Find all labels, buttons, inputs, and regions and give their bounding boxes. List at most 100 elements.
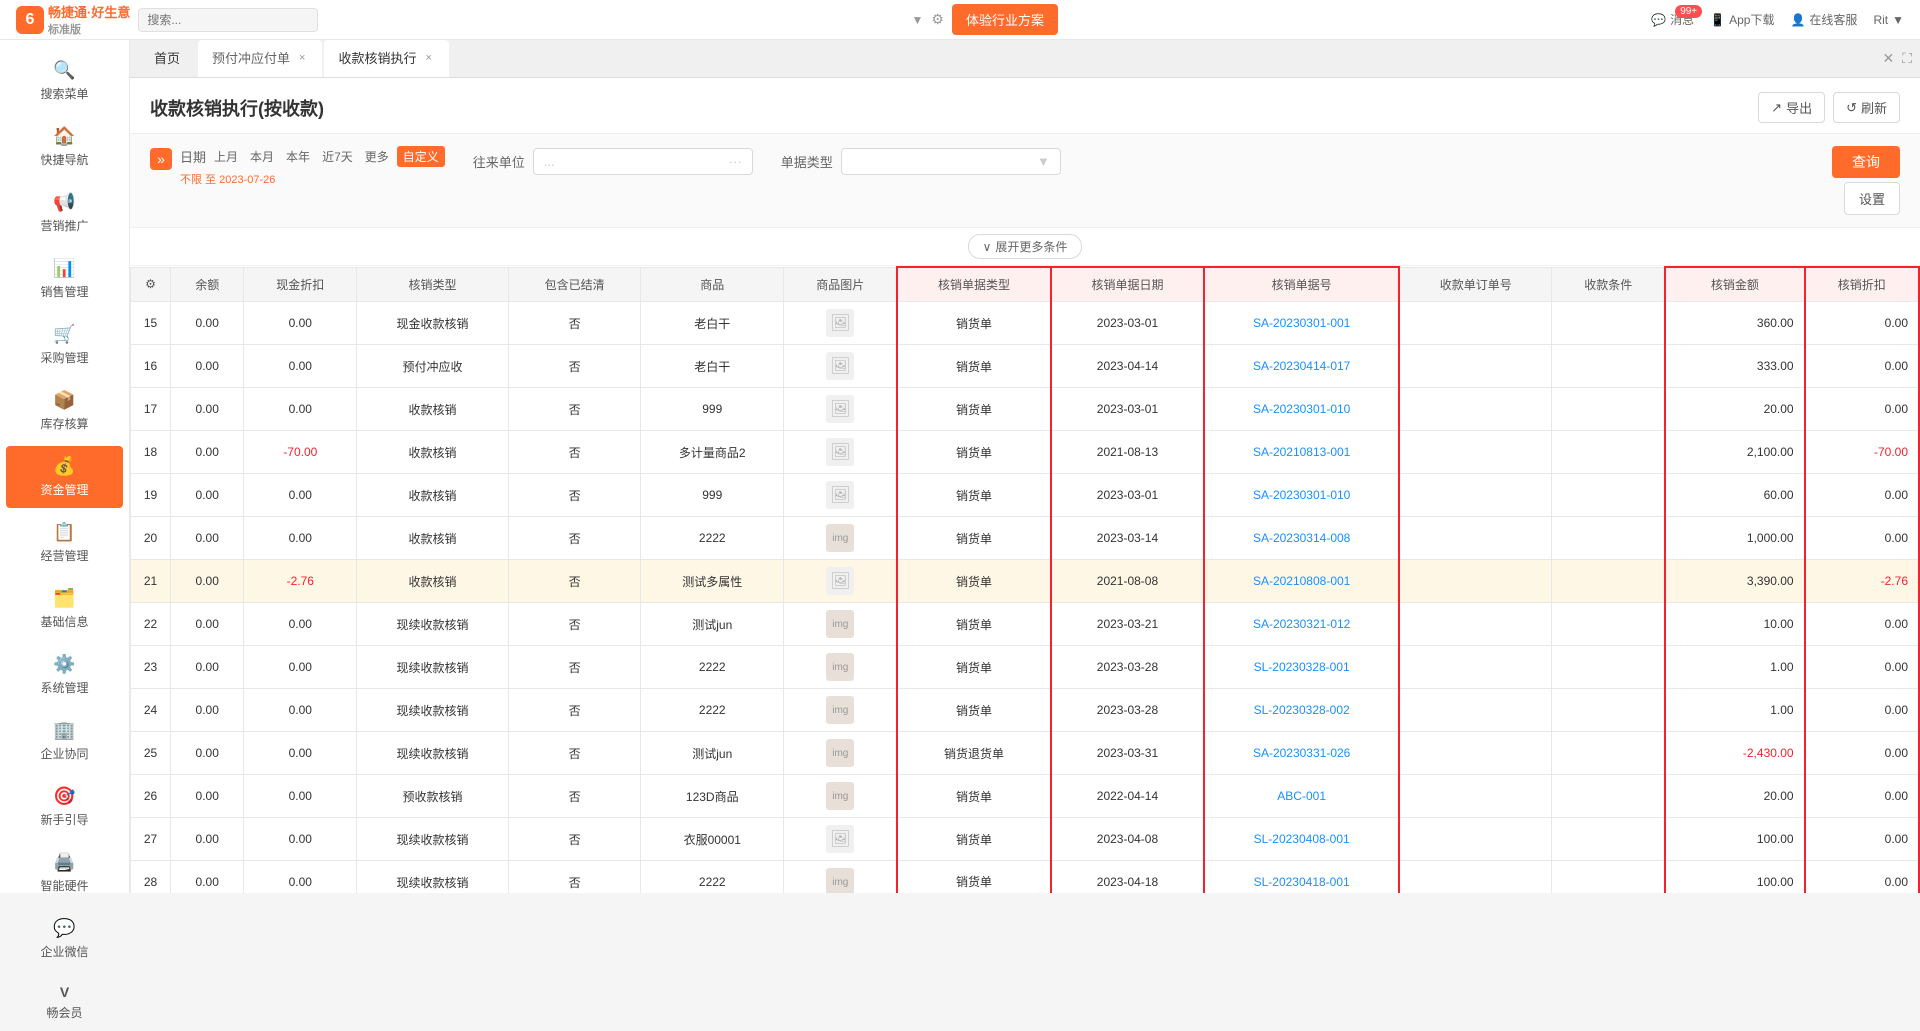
- verify-no-link[interactable]: SA-20230301-010: [1253, 488, 1350, 502]
- sidebar-item-wechat[interactable]: 💬 企业微信: [6, 908, 123, 970]
- date-btn-7days[interactable]: 近7天: [318, 146, 357, 167]
- verify-order-type: 销货单: [897, 302, 1050, 345]
- verify-no-link[interactable]: ABC-001: [1277, 789, 1326, 803]
- date-btn-last-month[interactable]: 上月: [210, 146, 242, 167]
- counterpart-input[interactable]: ... ···: [533, 148, 753, 175]
- sidebar-item-enterprise[interactable]: 🏢 企业协同: [6, 710, 123, 772]
- goods: 2222: [641, 689, 784, 732]
- date-label: 日期: [180, 147, 206, 166]
- receipt-order-no: [1399, 517, 1552, 560]
- setting-btn[interactable]: 设置: [1844, 182, 1900, 215]
- sidebar-item-inventory[interactable]: 📦 库存核算: [6, 380, 123, 442]
- settings-icon[interactable]: ⚙: [931, 11, 944, 28]
- edition-label: 标准版: [48, 21, 130, 37]
- tab-bar-right: ✕ ⛶: [1882, 50, 1912, 67]
- th-verify-no: 核销单据号: [1204, 267, 1399, 302]
- verify-amount-value: 3,390.00: [1747, 574, 1794, 588]
- sidebar-item-member[interactable]: V 畅会员: [6, 974, 123, 1031]
- date-btn-custom[interactable]: 自定义: [397, 146, 445, 167]
- verify-amount-value: 1.00: [1770, 660, 1793, 674]
- goods-image: img: [826, 739, 854, 767]
- tab-prepay[interactable]: 预付冲应付单 ×: [198, 40, 322, 77]
- tab-receivable[interactable]: 收款核销执行 ×: [324, 40, 448, 77]
- sidebar-item-marketing[interactable]: 📢 营销推广: [6, 182, 123, 244]
- verify-order-type: 销货单: [897, 689, 1050, 732]
- cash-discount-value: 0.00: [289, 531, 312, 545]
- tab-expand-icon[interactable]: ⛶: [1902, 50, 1912, 67]
- verify-discount-value: -70.00: [1874, 445, 1908, 459]
- export-btn[interactable]: ↗ 导出: [1758, 92, 1825, 123]
- online-service-btn[interactable]: 👤 在线客服: [1790, 11, 1857, 28]
- verify-discount-cell: 0.00: [1805, 818, 1919, 861]
- table-container: ⚙ 余额 现金折扣 核销类型 包含已结清 商品 商品图片 核销单据类型 核销单据…: [130, 266, 1920, 893]
- verify-no-link[interactable]: SL-20230328-001: [1254, 660, 1350, 674]
- row-no: 26: [131, 775, 171, 818]
- refresh-btn[interactable]: ↺ 刷新: [1833, 92, 1900, 123]
- table-row: 27 0.00 0.00 现续收款核销 否 衣服00001 🖼 销货单 2023…: [131, 818, 1920, 861]
- dropdown-arrow-icon[interactable]: ▼: [912, 13, 924, 27]
- verify-no-link[interactable]: SL-20230408-001: [1254, 832, 1350, 846]
- goods: 999: [641, 474, 784, 517]
- goods: 测试jun: [641, 603, 784, 646]
- industry-btn[interactable]: 体验行业方案: [952, 4, 1058, 35]
- th-balance: 余额: [171, 267, 244, 302]
- sidebar-item-smart-hw[interactable]: 🖨️ 智能硬件: [6, 842, 123, 904]
- tab-prepay-close-icon[interactable]: ×: [296, 51, 308, 65]
- goods-img-cell: img: [784, 689, 897, 732]
- sidebar-item-search-menu[interactable]: 🔍 搜索菜单: [6, 50, 123, 112]
- cash-discount-value: 0.00: [289, 402, 312, 416]
- date-btn-more[interactable]: 更多: [361, 146, 393, 167]
- sidebar-item-purchase[interactable]: 🛒 采购管理: [6, 314, 123, 376]
- verify-date: 2023-03-31: [1051, 732, 1204, 775]
- verify-no-link[interactable]: SL-20230418-001: [1254, 875, 1350, 889]
- verify-order-type: 销货单: [897, 560, 1050, 603]
- sidebar-item-basic-info[interactable]: 🗂️ 基础信息: [6, 578, 123, 640]
- th-goods-img: 商品图片: [784, 267, 897, 302]
- balance: 0.00: [171, 302, 244, 345]
- global-search-input[interactable]: [138, 8, 318, 32]
- sidebar-item-newbie[interactable]: 🎯 新手引导: [6, 776, 123, 838]
- sidebar-item-label: 资金管理: [40, 481, 88, 498]
- verify-no-link[interactable]: SA-20230301-010: [1253, 402, 1350, 416]
- date-btn-this-year[interactable]: 本年: [282, 146, 314, 167]
- expand-conditions-btn[interactable]: ∨ 展开更多条件: [968, 234, 1083, 259]
- verify-no: SA-20230314-008: [1204, 517, 1399, 560]
- sidebar-item-sales[interactable]: 📊 销售管理: [6, 248, 123, 310]
- filter-collapse-btn[interactable]: »: [150, 148, 172, 170]
- verify-type: 收款核销: [357, 517, 509, 560]
- sidebar-item-operations[interactable]: 📋 经营管理: [6, 512, 123, 574]
- verify-no-link[interactable]: SA-20230314-008: [1253, 531, 1350, 545]
- verify-amount-cell: 360.00: [1665, 302, 1804, 345]
- goods-img-cell: img: [784, 603, 897, 646]
- app-download-btn[interactable]: 📱 App下载: [1710, 11, 1774, 28]
- verify-no-link[interactable]: SL-20230328-002: [1254, 703, 1350, 717]
- tab-bar: 首页 预付冲应付单 × 收款核销执行 × ✕ ⛶: [130, 40, 1920, 78]
- th-settings[interactable]: ⚙: [131, 267, 171, 302]
- sidebar-item-system[interactable]: ⚙️ 系统管理: [6, 644, 123, 706]
- verify-discount-value: 0.00: [1885, 746, 1908, 760]
- order-type-select[interactable]: ▼: [841, 148, 1061, 175]
- sidebar-item-quick-nav[interactable]: 🏠 快捷导航: [6, 116, 123, 178]
- verify-no-link[interactable]: SA-20210808-001: [1253, 574, 1350, 588]
- verify-no-link[interactable]: SA-20230414-017: [1253, 359, 1350, 373]
- verify-no-link[interactable]: SA-20210813-001: [1253, 445, 1350, 459]
- verify-no-link[interactable]: SA-20230321-012: [1253, 617, 1350, 631]
- sidebar-item-finance[interactable]: 💰 资金管理: [6, 446, 123, 508]
- tab-close-icon[interactable]: ✕: [1882, 50, 1894, 67]
- date-btn-this-month[interactable]: 本月: [246, 146, 278, 167]
- verify-discount-value: 0.00: [1885, 316, 1908, 330]
- verify-no-link[interactable]: SA-20230301-001: [1253, 316, 1350, 330]
- app-logo: 6 畅捷通·好生意 标准版: [16, 2, 130, 37]
- verify-order-type: 销货单: [897, 517, 1050, 560]
- verify-no-link[interactable]: SA-20230331-026: [1253, 746, 1350, 760]
- finance-icon: 💰: [53, 456, 75, 477]
- verify-discount-value: 0.00: [1885, 660, 1908, 674]
- user-info[interactable]: Rit ▼: [1873, 13, 1904, 27]
- cash-discount: 0.00: [244, 388, 357, 431]
- tab-home[interactable]: 首页: [138, 40, 196, 77]
- query-btn[interactable]: 查询: [1832, 146, 1900, 178]
- basic-info-icon: 🗂️: [53, 588, 75, 609]
- messages-btn[interactable]: 💬 消息 99+: [1651, 11, 1694, 28]
- tab-receivable-close-icon[interactable]: ×: [422, 51, 434, 65]
- th-cash-discount: 现金折扣: [244, 267, 357, 302]
